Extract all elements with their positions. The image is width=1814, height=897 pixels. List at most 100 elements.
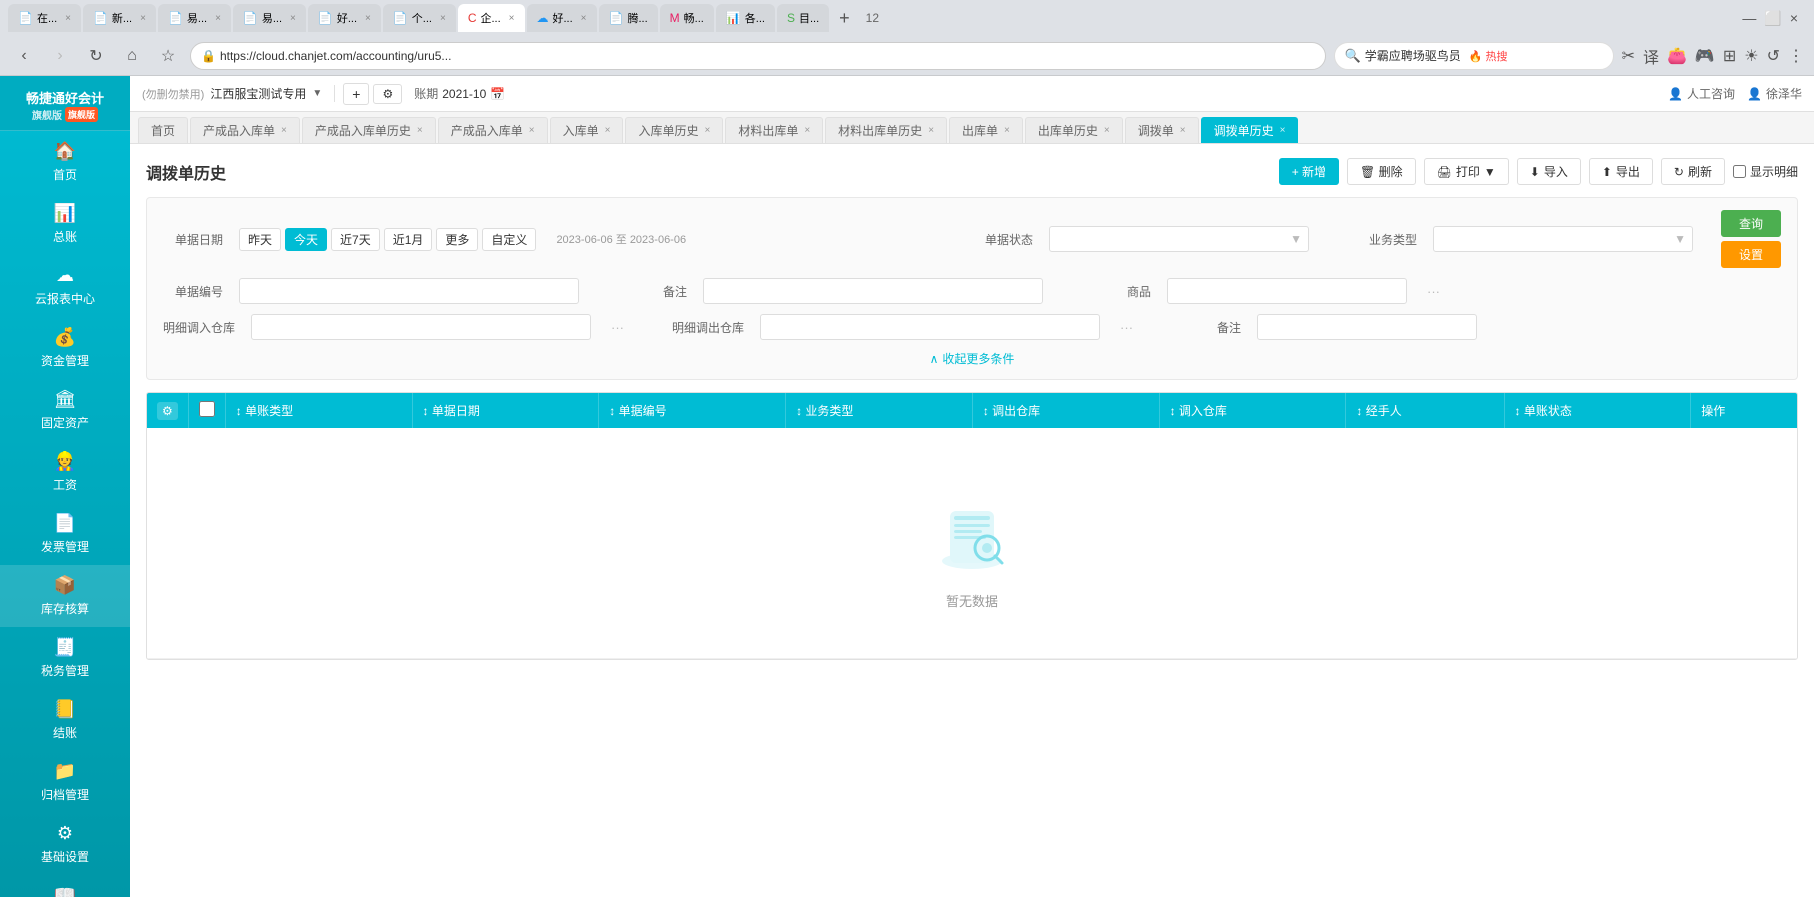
wallet-icon[interactable]: 👛	[1667, 46, 1687, 66]
tab-close-transfer-history[interactable]: ×	[1280, 125, 1286, 136]
sort-biztype[interactable]: ↕ 业务类型	[796, 402, 962, 419]
chip-more[interactable]: 更多	[436, 228, 478, 251]
browser-tab-4[interactable]: 📄 好... ×	[308, 4, 381, 32]
collapse-button[interactable]: ∧ 收起更多条件	[163, 350, 1781, 367]
sidebar-item-invoice[interactable]: 📄 发票管理	[0, 503, 130, 565]
display-toggle[interactable]: 显示明细	[1733, 163, 1798, 180]
back-button[interactable]: ‹	[10, 47, 38, 65]
company-name[interactable]: 江西服宝测试专用	[210, 85, 306, 102]
home-button[interactable]: ⌂	[118, 47, 146, 65]
print-dropdown-icon[interactable]: ▼	[1484, 165, 1496, 179]
browser-tab-1[interactable]: 📄 新... ×	[83, 4, 156, 32]
tab-close-in[interactable]: ×	[605, 125, 611, 136]
th-out-warehouse[interactable]: ↕ 调出仓库	[972, 393, 1159, 428]
tab-home[interactable]: 首页	[138, 117, 188, 143]
browser-tab-10[interactable]: 📊 各...	[716, 4, 775, 32]
sidebar-item-assets[interactable]: 🏛 固定资产	[0, 379, 130, 441]
browser-tab-8[interactable]: 📄 腾...	[599, 4, 658, 32]
tab-close-product-in-history[interactable]: ×	[417, 125, 423, 136]
calendar-icon[interactable]: 📅	[490, 87, 505, 101]
tab-out-history[interactable]: 出库单历史 ×	[1025, 117, 1123, 143]
tab-close-material-out-history[interactable]: ×	[928, 125, 934, 136]
tab-close-transfer[interactable]: ×	[1180, 125, 1186, 136]
detail-out-input[interactable]	[760, 314, 1100, 340]
tab-close-out[interactable]: ×	[1004, 125, 1010, 136]
user-info[interactable]: 👤 徐泽华	[1747, 85, 1802, 102]
company-settings-button[interactable]: ⚙	[373, 84, 402, 104]
sidebar-item-ledger[interactable]: 📊 总账	[0, 193, 130, 255]
delete-button[interactable]: 🗑 删除	[1347, 158, 1416, 185]
docno-input[interactable]	[239, 278, 579, 304]
browser-tab-9[interactable]: M 畅...	[660, 4, 714, 32]
period-value[interactable]: 2021-10	[442, 87, 486, 101]
sort-docno[interactable]: ↕ 单据编号	[609, 402, 775, 419]
sort-status[interactable]: ↕ 单账状态	[1515, 402, 1681, 419]
tab-transfer-history[interactable]: 调拨单历史 ×	[1201, 117, 1299, 143]
th-biztype[interactable]: ↕ 业务类型	[786, 393, 973, 428]
goods-dots[interactable]: ···	[1427, 284, 1440, 299]
query-button[interactable]: 查询	[1721, 210, 1781, 237]
tab-in-history[interactable]: 入库单历史 ×	[625, 117, 723, 143]
menu-icon[interactable]: ⋮	[1788, 46, 1804, 66]
th-handler[interactable]: ↕ 经手人	[1346, 393, 1504, 428]
sort-in-warehouse[interactable]: ↕ 调入仓库	[1170, 402, 1336, 419]
chip-today[interactable]: 今天	[285, 228, 327, 251]
sort-type[interactable]: ↕ 单账类型	[236, 402, 402, 419]
tab-transfer[interactable]: 调拨单 ×	[1125, 117, 1199, 143]
sidebar-item-salary[interactable]: 👷 工资	[0, 441, 130, 503]
th-type[interactable]: ↕ 单账类型	[225, 393, 412, 428]
th-gear[interactable]: ⚙	[147, 393, 188, 428]
sidebar-item-settings[interactable]: ⚙ 基础设置	[0, 813, 130, 875]
remark2-input[interactable]	[1257, 314, 1477, 340]
th-date[interactable]: ↕ 单据日期	[412, 393, 599, 428]
detail-in-dots[interactable]: ···	[611, 320, 624, 335]
add-company-button[interactable]: +	[343, 83, 369, 105]
import-button[interactable]: ⬇ 导入	[1517, 158, 1581, 185]
select-all-checkbox[interactable]	[199, 401, 215, 417]
tab-close-0[interactable]: ×	[65, 13, 71, 24]
chip-yesterday[interactable]: 昨天	[239, 228, 281, 251]
sun-icon[interactable]: ☀	[1744, 46, 1758, 66]
tab-close-in-history[interactable]: ×	[704, 125, 710, 136]
display-checkbox[interactable]	[1733, 165, 1746, 178]
settings-button[interactable]: 设置	[1721, 241, 1781, 268]
tab-material-out[interactable]: 材料出库单 ×	[725, 117, 823, 143]
bookmark-button[interactable]: ☆	[154, 46, 182, 66]
tab-out[interactable]: 出库单 ×	[949, 117, 1023, 143]
browser-tab-active[interactable]: C 企... ×	[458, 4, 525, 32]
print-button[interactable]: 🖨 打印 ▼	[1424, 158, 1509, 185]
new-tab-button[interactable]: +	[833, 8, 856, 29]
th-in-warehouse[interactable]: ↕ 调入仓库	[1159, 393, 1346, 428]
tab-close-out-history[interactable]: ×	[1104, 125, 1110, 136]
reload-button[interactable]: ↻	[82, 46, 110, 66]
close-button[interactable]: ×	[1790, 10, 1798, 27]
goods-input[interactable]	[1167, 278, 1407, 304]
detail-out-dots[interactable]: ···	[1120, 320, 1133, 335]
chip-7days[interactable]: 近7天	[331, 228, 380, 251]
tab-in[interactable]: 入库单 ×	[550, 117, 624, 143]
sidebar-item-finance[interactable]: 💰 资金管理	[0, 317, 130, 379]
th-status[interactable]: ↕ 单账状态	[1504, 393, 1691, 428]
status-select[interactable]: ▼	[1049, 226, 1309, 252]
refresh-button[interactable]: ↻ 刷新	[1661, 158, 1725, 185]
sort-date[interactable]: ↕ 单据日期	[423, 402, 589, 419]
tab-product-in2[interactable]: 产成品入库单 ×	[438, 117, 548, 143]
tab-close-product-in2[interactable]: ×	[529, 125, 535, 136]
sidebar-item-guide[interactable]: 📖 新手引导	[0, 875, 130, 897]
history-icon[interactable]: ↺	[1767, 46, 1780, 66]
sidebar-item-reports[interactable]: ☁ 云报表中心	[0, 255, 130, 317]
browser-tab-0[interactable]: 📄 在... ×	[8, 4, 81, 32]
sidebar-item-home[interactable]: 🏠 首页	[0, 131, 130, 193]
sidebar-item-archive[interactable]: 📁 归档管理	[0, 751, 130, 813]
company-dropdown-icon[interactable]: ▼	[312, 88, 322, 99]
new-button[interactable]: + 新增	[1279, 158, 1339, 185]
forward-button[interactable]: ›	[46, 47, 74, 65]
browser-tab-2[interactable]: 📄 易... ×	[158, 4, 231, 32]
gear-icon[interactable]: ⚙	[157, 402, 178, 420]
consultant-link[interactable]: 👤 人工咨询	[1668, 85, 1735, 102]
address-bar[interactable]: 🔒 https://cloud.chanjet.com/accounting/u…	[190, 42, 1326, 70]
tab-material-out-history[interactable]: 材料出库单历史 ×	[825, 117, 947, 143]
grid-icon[interactable]: ⊞	[1723, 46, 1736, 66]
chip-custom[interactable]: 自定义	[482, 228, 536, 251]
browser-tab-5[interactable]: 📄 个... ×	[383, 4, 456, 32]
